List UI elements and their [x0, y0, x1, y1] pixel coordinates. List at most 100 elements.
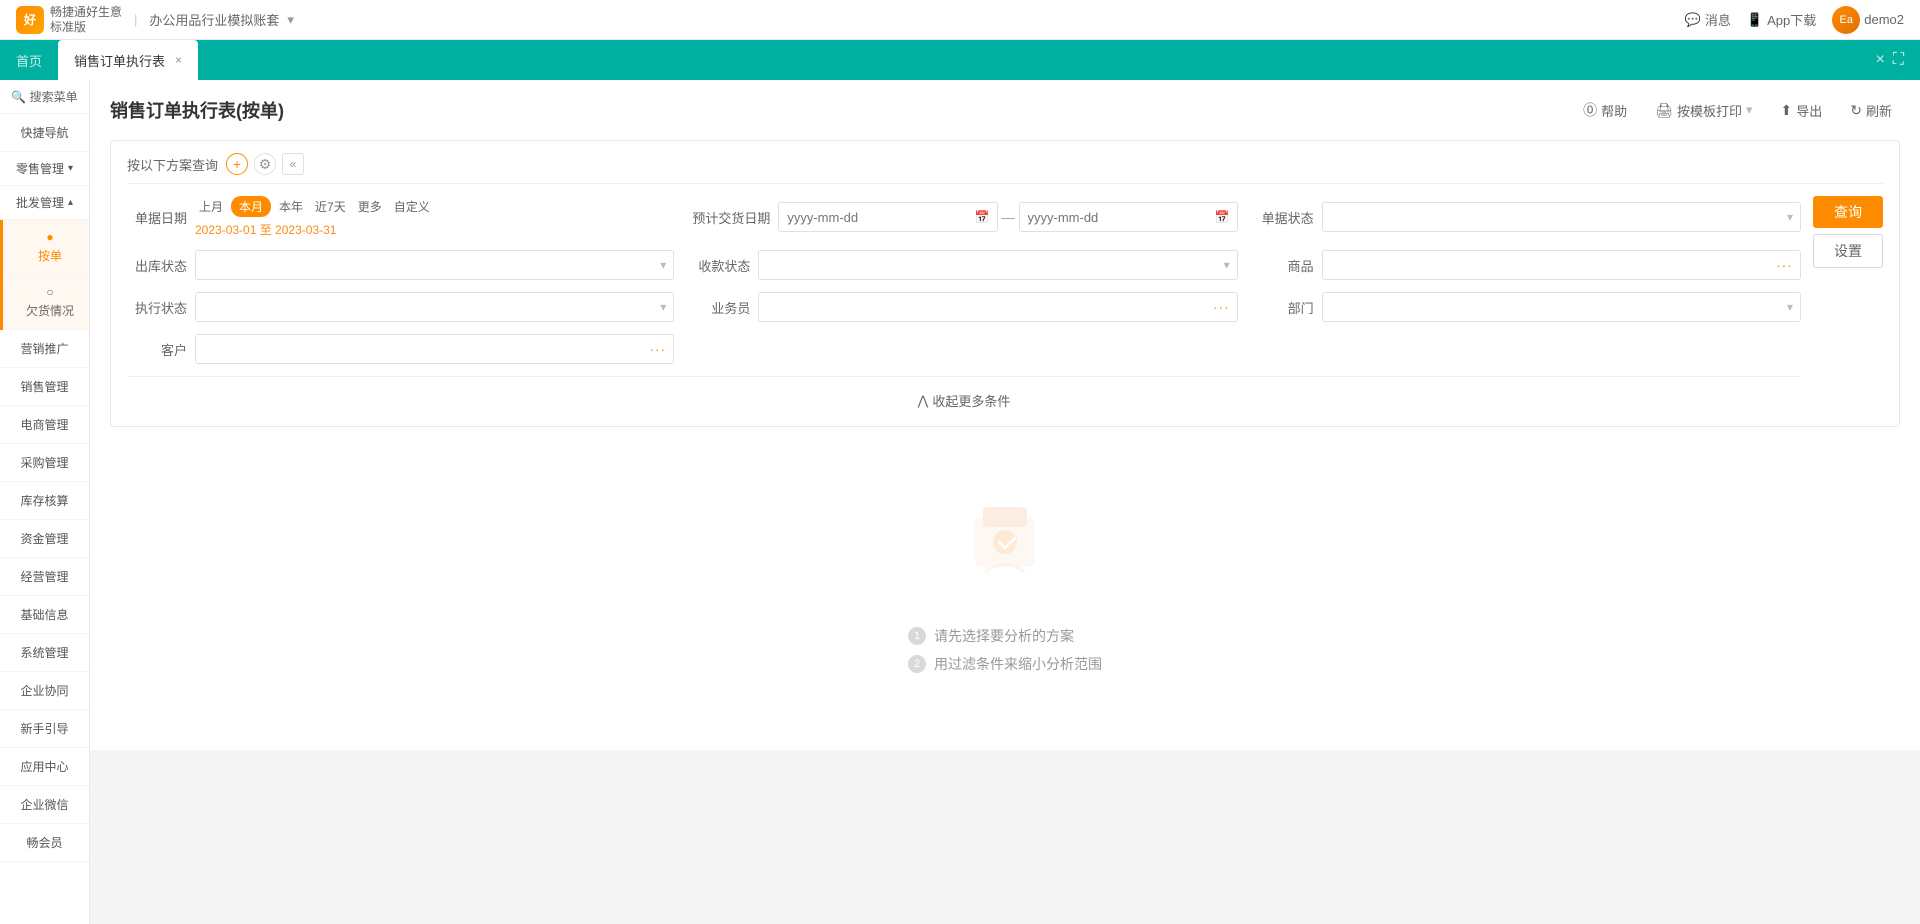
header-right: 💬 消息 📱 App下载 Ea demo2: [1685, 6, 1904, 34]
sidebar-item-system[interactable]: 系统管理: [0, 634, 89, 672]
date-dash: —: [1002, 210, 1015, 225]
filter-item-receipt-status: 收款状态: [690, 250, 1237, 280]
filter-item-exec-status: 执行状态: [127, 292, 674, 322]
tab-sales-order[interactable]: 销售订单执行表 ×: [58, 40, 198, 80]
customer-label: 客户: [127, 340, 187, 359]
forecast-end-input[interactable]: [1019, 202, 1238, 232]
sidebar-item-retail[interactable]: 零售管理 ▾: [0, 152, 89, 186]
app-download-button[interactable]: 📱 App下载: [1747, 10, 1816, 29]
exec-status-label: 执行状态: [127, 298, 187, 317]
customer-more-icon[interactable]: ···: [649, 341, 666, 357]
retail-arrow-icon: ▾: [68, 163, 73, 174]
date-btn-last-month[interactable]: 上月: [195, 196, 227, 217]
app-download-icon: 📱: [1747, 12, 1763, 28]
goods-more-icon[interactable]: ···: [1776, 257, 1793, 273]
sidebar-search[interactable]: 🔍 搜索菜单: [0, 80, 89, 114]
filter-row-2: 出库状态 收款状态: [127, 250, 1801, 280]
exec-status-arrow-icon: [660, 300, 666, 314]
forecast-date-label: 预计交货日期: [690, 208, 770, 227]
content-area: 销售订单执行表(按单) ⓪ 帮助 🖨 按模板打印 ▾ ⬆ 导出: [90, 80, 1920, 924]
date-btn-this-month[interactable]: 本月: [231, 196, 271, 217]
receipt-status-label: 收款状态: [690, 256, 750, 275]
out-status-select[interactable]: [195, 250, 674, 280]
sidebar-item-operations[interactable]: 经营管理: [0, 558, 89, 596]
sidebar-item-purchase[interactable]: 采购管理: [0, 444, 89, 482]
sidebar-item-wholesale[interactable]: 批发管理 ▴: [0, 186, 89, 220]
message-icon: 💬: [1685, 12, 1701, 28]
tab-home[interactable]: 首页: [0, 40, 58, 80]
window-close-icon[interactable]: ×: [1875, 51, 1884, 69]
goods-input[interactable]: [1322, 250, 1801, 280]
sidebar-item-inventory[interactable]: 库存核算: [0, 482, 89, 520]
doc-status-arrow-icon: [1787, 210, 1793, 224]
breadcrumb-arrow-icon[interactable]: ▾: [287, 12, 294, 28]
empty-tip-2: 2 用过滤条件来缩小分析范围: [908, 654, 1102, 674]
collapse-more-button[interactable]: ⋀ 收起更多条件: [906, 387, 1023, 414]
calendar-end-icon[interactable]: 📅: [1215, 210, 1230, 224]
sidebar-item-enterprise-wechat[interactable]: 企业微信: [0, 786, 89, 824]
breadcrumb-divider: |: [134, 12, 137, 27]
goods-label: 商品: [1254, 256, 1314, 275]
sidebar-item-enterprise-collab[interactable]: 企业协同: [0, 672, 89, 710]
settings-button[interactable]: 设置: [1813, 234, 1883, 268]
filter-collapse-button[interactable]: «: [282, 153, 304, 175]
date-btn-custom[interactable]: 自定义: [390, 196, 434, 217]
date-btn-7days[interactable]: 近7天: [311, 196, 350, 217]
receipt-status-select[interactable]: [758, 250, 1237, 280]
sidebar-item-sales[interactable]: 销售管理: [0, 368, 89, 406]
tab-close-icon[interactable]: ×: [175, 53, 182, 67]
sidebar-item-quick-nav[interactable]: 快捷导航: [0, 114, 89, 152]
salesperson-input[interactable]: [758, 292, 1237, 322]
help-button[interactable]: ⓪ 帮助: [1575, 96, 1635, 124]
app-logo-icon: 好: [16, 6, 44, 34]
nav-tabs: 首页 销售订单执行表 × × ⛶: [0, 40, 1920, 80]
filter-section-header: 按以下方案查询 + ⚙ «: [127, 153, 1883, 184]
filter-item-out-status: 出库状态: [127, 250, 674, 280]
query-button[interactable]: 查询: [1813, 196, 1883, 228]
sidebar-item-finance[interactable]: 资金管理: [0, 520, 89, 558]
customer-input[interactable]: [195, 334, 674, 364]
sidebar-item-vip[interactable]: 畅会员: [0, 824, 89, 862]
export-button[interactable]: ⬆ 导出: [1773, 97, 1831, 124]
window-maximize-icon[interactable]: ⛶: [1893, 51, 1904, 69]
refresh-button[interactable]: ↻ 刷新: [1842, 97, 1900, 124]
date-btn-more[interactable]: 更多: [354, 196, 386, 217]
sidebar-item-marketing[interactable]: 营销推广: [0, 330, 89, 368]
sidebar-item-basic-info[interactable]: 基础信息: [0, 596, 89, 634]
message-button[interactable]: 💬 消息: [1685, 10, 1731, 29]
filter-item-goods: 商品 ···: [1254, 250, 1801, 280]
salesperson-more-icon[interactable]: ···: [1213, 299, 1230, 315]
dept-arrow-icon: [1787, 300, 1793, 314]
logo-text: 畅捷通好生意 标准版: [50, 5, 122, 34]
sidebar-item-app-center[interactable]: 应用中心: [0, 748, 89, 786]
tip-number-1: 1: [908, 627, 926, 645]
sidebar-item-beginner[interactable]: 新手引导: [0, 710, 89, 748]
sidebar-subitem-order[interactable]: ● 按单: [3, 220, 89, 275]
backorder-icon: ○: [46, 285, 53, 299]
forecast-start-input[interactable]: [778, 202, 997, 232]
print-arrow-icon[interactable]: ▾: [1746, 102, 1753, 118]
date-btn-this-year[interactable]: 本年: [275, 196, 307, 217]
filter-add-buttons: + ⚙ «: [226, 153, 304, 175]
sidebar-subitem-backorder[interactable]: ○ 欠货情况: [3, 275, 89, 330]
doc-status-select[interactable]: [1322, 202, 1801, 232]
filter-item-forecast-date: 预计交货日期 📅 — 📅: [690, 202, 1237, 232]
print-button[interactable]: 🖨 按模板打印 ▾: [1647, 97, 1760, 124]
filter-edit-button[interactable]: ⚙: [254, 153, 276, 175]
date-range-display: 2023-03-01 至 2023-03-31: [195, 221, 674, 238]
dept-select[interactable]: [1322, 292, 1801, 322]
empty-tips: 1 请先选择要分析的方案 2 用过滤条件来缩小分析范围: [908, 626, 1102, 674]
user-profile[interactable]: Ea demo2: [1832, 6, 1904, 34]
sidebar-item-ecommerce[interactable]: 电商管理: [0, 406, 89, 444]
order-active-icon: ●: [46, 230, 53, 244]
breadcrumb[interactable]: 办公用品行业模拟账套: [149, 10, 279, 29]
receipt-status-arrow-icon: [1224, 258, 1230, 272]
filter-add-button[interactable]: +: [226, 153, 248, 175]
empty-illustration: [955, 487, 1055, 606]
empty-state: 1 请先选择要分析的方案 2 用过滤条件来缩小分析范围: [110, 427, 1900, 734]
exec-status-select[interactable]: [195, 292, 674, 322]
dept-wrap: [1322, 292, 1801, 322]
filter-item-salesperson: 业务员 ···: [690, 292, 1237, 322]
forecast-start-wrap: 📅: [778, 202, 997, 232]
calendar-start-icon[interactable]: 📅: [975, 210, 990, 224]
